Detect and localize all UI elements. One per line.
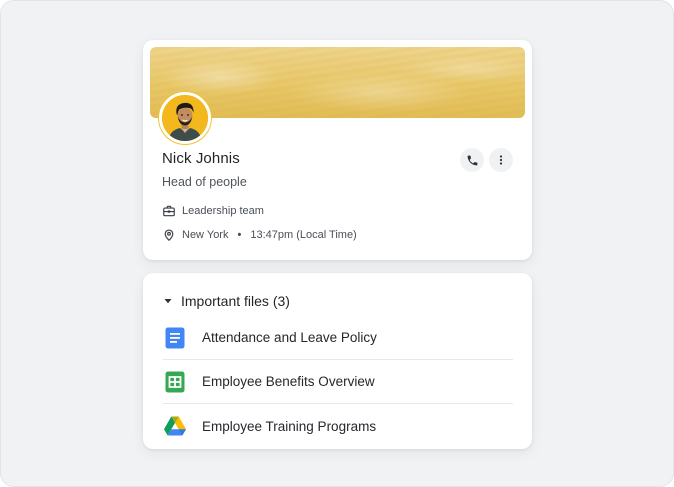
files-section-toggle[interactable]: Important files (3)	[163, 292, 290, 310]
phone-icon	[467, 155, 477, 165]
profile-card: Nick Johnis Head of people Leadership te…	[143, 40, 532, 260]
location-row: New York • 13:47pm (Local Time)	[162, 227, 357, 243]
call-button[interactable]	[460, 148, 484, 172]
google-drive-icon	[163, 414, 187, 438]
file-label: Attendance and Leave Policy	[202, 330, 377, 345]
team-label: Leadership team	[182, 205, 264, 217]
more-options-button[interactable]	[489, 148, 513, 172]
file-label: Employee Training Programs	[202, 418, 377, 434]
file-item[interactable]: Employee Training Programs	[163, 404, 513, 448]
file-item[interactable]: Employee Benefits Overview	[163, 360, 513, 404]
profile-name: Nick Johnis	[162, 150, 240, 167]
profile-title: Head of people	[162, 175, 247, 189]
files-header-label: Important files (3)	[181, 293, 290, 309]
more-vertical-icon	[499, 155, 503, 165]
file-label: Employee Benefits Overview	[202, 374, 375, 389]
briefcase-icon	[162, 204, 176, 218]
canvas-frame: Nick Johnis Head of people Leadership te…	[0, 0, 674, 487]
google-sheets-icon	[163, 370, 187, 394]
city-label: New York	[182, 229, 229, 241]
location-pin-icon	[162, 228, 176, 242]
file-item[interactable]: Attendance and Leave Policy	[163, 316, 513, 360]
avatar[interactable]	[159, 92, 211, 144]
important-files-card: Important files (3) Attendance and Leave…	[143, 273, 532, 449]
team-row: Leadership team	[162, 203, 264, 219]
caret-down-icon	[163, 296, 173, 306]
local-time-label: 13:47pm (Local Time)	[250, 229, 357, 241]
google-docs-icon	[163, 326, 187, 350]
separator-dot: •	[237, 229, 242, 241]
